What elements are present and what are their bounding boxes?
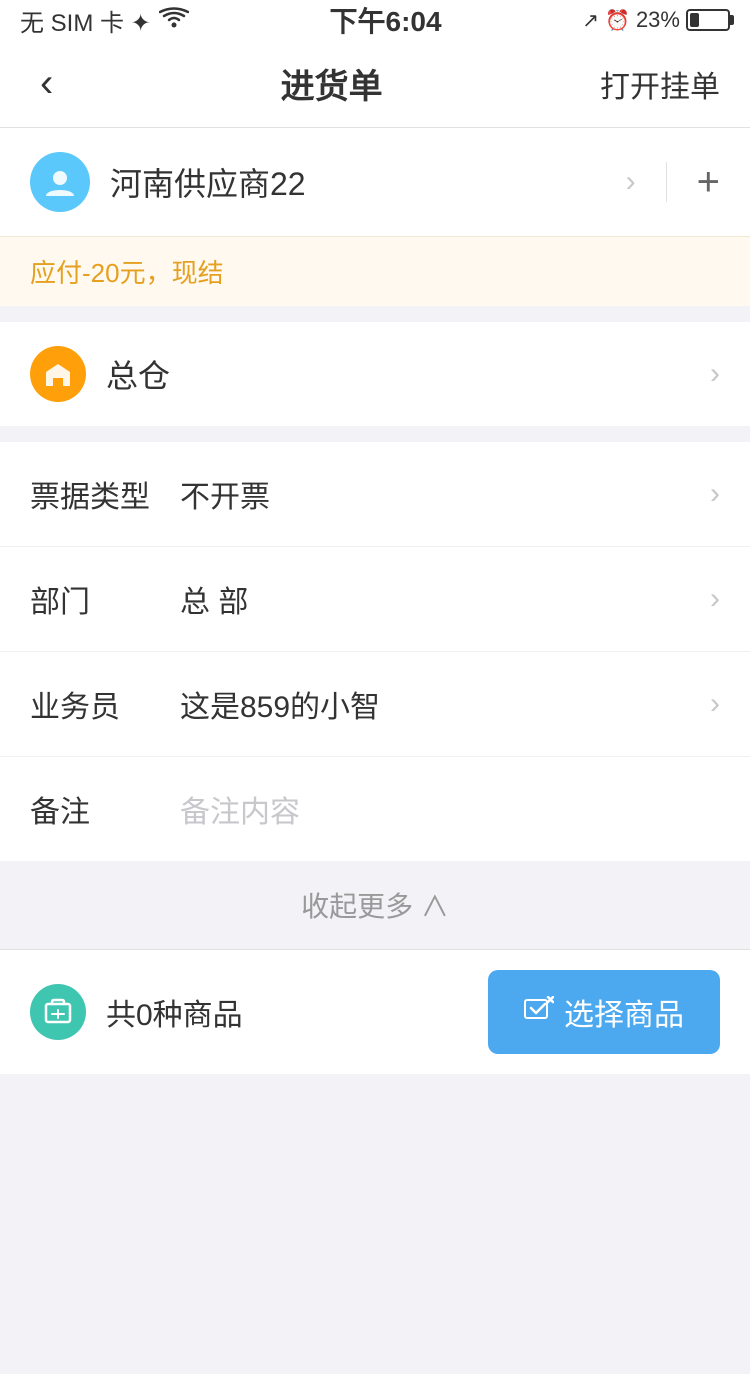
supplier-name: 河南供应商22 <box>110 159 626 205</box>
warehouse-name: 总仓 <box>106 351 710 397</box>
remark-label: 备注 <box>30 787 170 831</box>
bottom-bar: 共0种商品 选择商品 <box>0 949 750 1074</box>
dept-value: 总 部 <box>170 577 710 621</box>
supplier-section: 河南供应商22 › + 应付-20元，现结 <box>0 128 750 306</box>
wifi-icon <box>159 6 189 35</box>
status-left: 无 SIM 卡 ✦ <box>20 3 189 38</box>
warehouse-icon <box>30 346 86 402</box>
select-product-icon <box>524 996 554 1029</box>
invoice-value: 不开票 <box>170 472 710 516</box>
invoice-chevron-icon: › <box>710 477 720 511</box>
invoice-row[interactable]: 票据类型 不开票 › <box>0 442 750 547</box>
sales-row[interactable]: 业务员 这是859的小智 › <box>0 652 750 757</box>
warehouse-row[interactable]: 总仓 › <box>0 322 750 426</box>
supplier-avatar <box>30 152 90 212</box>
select-product-button[interactable]: 选择商品 <box>488 970 720 1054</box>
alarm-icon: ⏰ <box>605 8 630 33</box>
remark-input[interactable]: 备注内容 <box>170 787 720 831</box>
divider <box>666 162 667 202</box>
form-section: 票据类型 不开票 › 部门 总 部 › 业务员 这是859的小智 › 备注 备注… <box>0 442 750 861</box>
page-title: 进货单 <box>281 59 383 108</box>
status-bar: 无 SIM 卡 ✦ 下午6:04 ↗ ⏰ 23% <box>0 0 750 40</box>
section-gap-2 <box>0 426 750 442</box>
sim-label: 无 SIM 卡 ✦ <box>20 3 151 38</box>
sales-label: 业务员 <box>30 682 170 726</box>
collapse-button[interactable]: 收起更多 ∧ <box>0 861 750 949</box>
status-right: ↗ ⏰ 23% <box>582 7 730 33</box>
supplier-row[interactable]: 河南供应商22 › + <box>0 128 750 236</box>
gray-area <box>0 1074 750 1374</box>
status-time: 下午6:04 <box>330 0 442 40</box>
supplier-actions: › + <box>626 160 720 205</box>
battery-icon <box>686 9 730 31</box>
sales-value: 这是859的小智 <box>170 682 710 726</box>
supplier-chevron-icon: › <box>626 165 636 199</box>
invoice-label: 票据类型 <box>30 472 170 516</box>
content: 河南供应商22 › + 应付-20元，现结 总仓 › 票据类型 不开票 › <box>0 128 750 1374</box>
nav-bar: ‹ 进货单 打开挂单 <box>0 40 750 128</box>
back-button[interactable]: ‹ <box>30 51 63 116</box>
dept-label: 部门 <box>30 577 170 621</box>
notice-banner: 应付-20元，现结 <box>0 236 750 306</box>
sales-chevron-icon: › <box>710 687 720 721</box>
open-pending-button[interactable]: 打开挂单 <box>600 62 720 106</box>
product-icon <box>30 984 86 1040</box>
warehouse-chevron-icon: › <box>710 357 720 391</box>
dept-chevron-icon: › <box>710 582 720 616</box>
select-product-label: 选择商品 <box>564 990 684 1034</box>
section-gap-1 <box>0 306 750 322</box>
product-count: 共0种商品 <box>106 990 468 1034</box>
remark-row[interactable]: 备注 备注内容 <box>0 757 750 861</box>
dept-row[interactable]: 部门 总 部 › <box>0 547 750 652</box>
add-supplier-button[interactable]: + <box>697 160 720 205</box>
battery-percent: 23% <box>636 7 680 33</box>
location-icon: ↗ <box>582 8 599 33</box>
